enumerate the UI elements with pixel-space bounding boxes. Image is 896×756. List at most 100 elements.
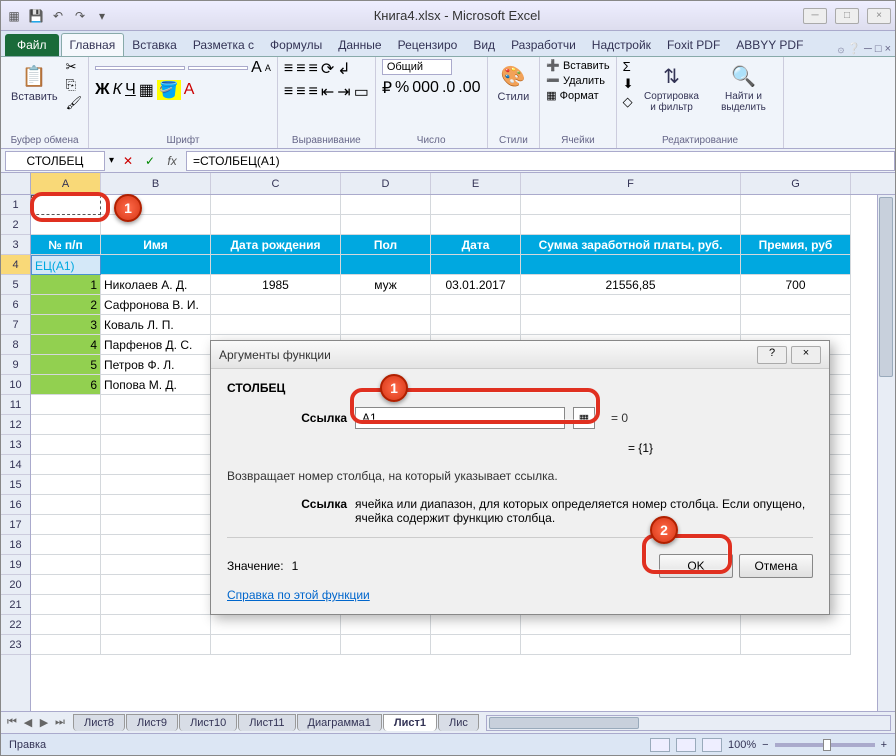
- row-header-9[interactable]: 9: [1, 355, 30, 375]
- sheet-tab[interactable]: Лист10: [179, 714, 237, 731]
- row-header-19[interactable]: 19: [1, 555, 30, 575]
- cell[interactable]: [101, 435, 211, 455]
- align-bottom-icon[interactable]: ≡: [309, 60, 318, 78]
- cancel-formula-icon[interactable]: ✕: [118, 152, 138, 170]
- currency-icon[interactable]: ₽: [382, 78, 392, 98]
- next-sheet-icon[interactable]: ▶: [37, 716, 51, 729]
- cell[interactable]: [101, 615, 211, 635]
- styles-button[interactable]: 🎨 Стили: [494, 59, 534, 105]
- cancel-button[interactable]: Отмена: [739, 554, 813, 578]
- decrease-font-icon[interactable]: A: [265, 63, 271, 73]
- col-header-e[interactable]: E: [431, 173, 521, 194]
- first-sheet-icon[interactable]: ⏮: [5, 716, 19, 729]
- align-top-icon[interactable]: ≡: [284, 60, 293, 78]
- cell[interactable]: [101, 595, 211, 615]
- tab-review[interactable]: Рецензиро: [390, 34, 466, 56]
- page-layout-view-button[interactable]: [676, 738, 696, 752]
- row-header-3[interactable]: 3: [1, 235, 30, 255]
- namebox-dropdown-icon[interactable]: ▾: [109, 155, 114, 166]
- header-cell[interactable]: Премия, руб: [741, 235, 851, 255]
- cell[interactable]: [741, 215, 851, 235]
- cut-icon[interactable]: ✂: [66, 59, 83, 75]
- header-cell[interactable]: № п/п: [31, 235, 101, 255]
- zoom-thumb[interactable]: [823, 739, 831, 751]
- name-box[interactable]: СТОЛБЕЦ: [5, 151, 105, 171]
- sheet-tab[interactable]: Диаграмма1: [297, 714, 382, 731]
- increase-decimal-icon[interactable]: .0: [442, 79, 455, 97]
- cell[interactable]: 6: [31, 375, 101, 395]
- prev-sheet-icon[interactable]: ◀: [21, 716, 35, 729]
- cell[interactable]: [741, 635, 851, 655]
- align-middle-icon[interactable]: ≡: [296, 60, 305, 78]
- cell[interactable]: [211, 615, 341, 635]
- wrap-text-icon[interactable]: ↲: [337, 59, 350, 79]
- row-header-15[interactable]: 15: [1, 475, 30, 495]
- cell[interactable]: [341, 315, 431, 335]
- cell[interactable]: Петров Ф. Л.: [101, 355, 211, 375]
- tab-developer[interactable]: Разработчи: [503, 34, 584, 56]
- number-format-select[interactable]: Общий: [382, 59, 452, 75]
- file-tab[interactable]: Файл: [5, 34, 59, 56]
- cell[interactable]: [521, 195, 741, 215]
- cell[interactable]: [431, 255, 521, 275]
- cell[interactable]: 21556,85: [521, 275, 741, 295]
- formula-input[interactable]: =СТОЛБЕЦ(A1): [186, 151, 895, 171]
- cell[interactable]: [741, 255, 851, 275]
- cell[interactable]: [741, 295, 851, 315]
- sheet-tab[interactable]: Лист8: [73, 714, 125, 731]
- cell[interactable]: [101, 415, 211, 435]
- find-select-button[interactable]: 🔍 Найти и выделить: [709, 59, 777, 115]
- cell[interactable]: [101, 395, 211, 415]
- cell[interactable]: [741, 195, 851, 215]
- col-header-b[interactable]: B: [101, 173, 211, 194]
- cell[interactable]: [31, 435, 101, 455]
- clear-icon[interactable]: ◇: [623, 94, 634, 110]
- cell[interactable]: [31, 555, 101, 575]
- cell[interactable]: [341, 295, 431, 315]
- fx-icon[interactable]: fx: [162, 152, 182, 170]
- minimize-button[interactable]: ─: [803, 8, 827, 24]
- copy-icon[interactable]: ⎘: [66, 77, 83, 93]
- cell[interactable]: [31, 415, 101, 435]
- tab-abbyy[interactable]: ABBYY PDF: [728, 34, 811, 56]
- underline-button[interactable]: Ч: [125, 81, 136, 99]
- row-header-7[interactable]: 7: [1, 315, 30, 335]
- dialog-help-button[interactable]: ?: [757, 346, 787, 364]
- col-header-g[interactable]: G: [741, 173, 851, 194]
- increase-indent-icon[interactable]: ⇥: [337, 82, 350, 102]
- help-link[interactable]: Справка по этой функции: [227, 588, 370, 602]
- cell[interactable]: [211, 255, 341, 275]
- cell[interactable]: [101, 495, 211, 515]
- arg-input[interactable]: [355, 407, 565, 429]
- cell[interactable]: [431, 295, 521, 315]
- percent-icon[interactable]: %: [395, 79, 409, 97]
- row-header-10[interactable]: 10: [1, 375, 30, 395]
- orientation-icon[interactable]: ⟳: [321, 59, 334, 79]
- zoom-out-icon[interactable]: −: [762, 739, 768, 751]
- cell[interactable]: 700: [741, 275, 851, 295]
- zoom-in-icon[interactable]: +: [881, 739, 887, 751]
- bold-button[interactable]: Ж: [95, 81, 109, 99]
- cell[interactable]: [431, 615, 521, 635]
- tab-view[interactable]: Вид: [465, 34, 503, 56]
- cell-a1[interactable]: [31, 195, 101, 215]
- comma-icon[interactable]: 000: [412, 79, 439, 97]
- zoom-level[interactable]: 100%: [728, 739, 756, 751]
- col-header-d[interactable]: D: [341, 173, 431, 194]
- row-header-18[interactable]: 18: [1, 535, 30, 555]
- paste-button[interactable]: 📋 Вставить: [7, 59, 62, 105]
- header-cell[interactable]: Дата рождения: [211, 235, 341, 255]
- close-button[interactable]: ×: [867, 8, 891, 24]
- cell[interactable]: [341, 635, 431, 655]
- range-picker-icon[interactable]: ▦: [573, 407, 595, 429]
- cell[interactable]: [521, 215, 741, 235]
- tab-addins[interactable]: Надстройк: [584, 34, 659, 56]
- cell[interactable]: [211, 295, 341, 315]
- cell[interactable]: [521, 295, 741, 315]
- delete-cells-button[interactable]: ➖Удалить: [546, 74, 605, 87]
- cell[interactable]: [341, 615, 431, 635]
- save-icon[interactable]: 💾: [27, 7, 45, 25]
- cell[interactable]: [31, 475, 101, 495]
- cell[interactable]: [431, 215, 521, 235]
- page-break-view-button[interactable]: [702, 738, 722, 752]
